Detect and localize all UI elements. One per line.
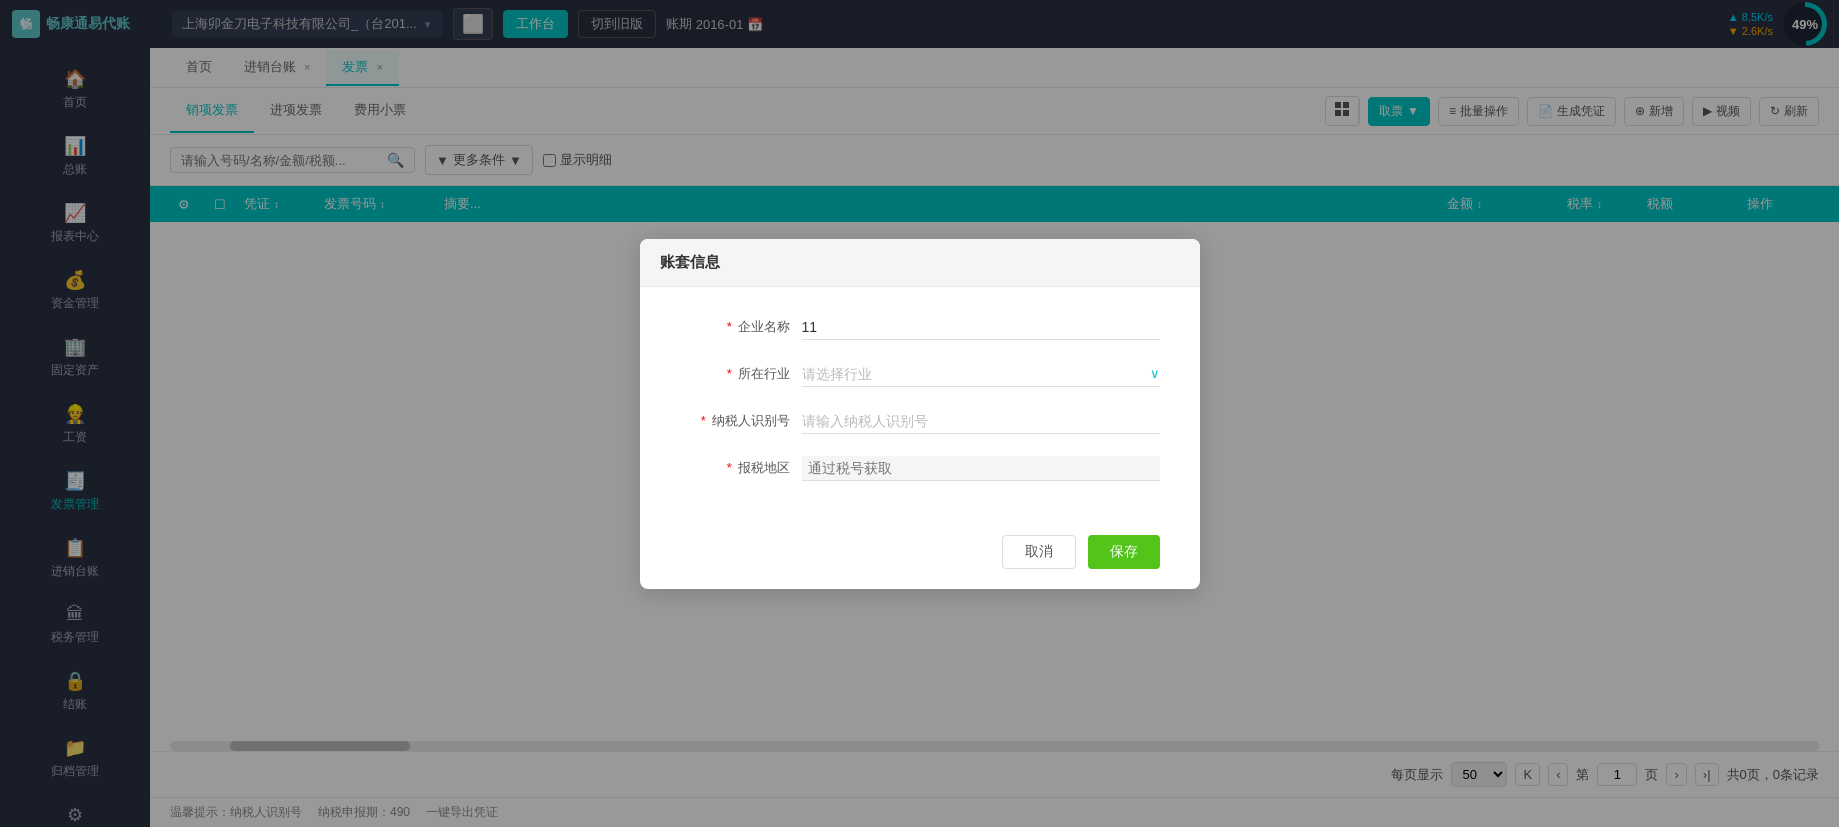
modal-footer: 取消 保存 — [640, 523, 1200, 589]
tax-region-label: * 报税地区 — [680, 459, 790, 477]
tax-region-input — [802, 456, 1160, 481]
company-name-row: * 企业名称 — [680, 315, 1160, 340]
industry-select[interactable]: 请选择行业 — [802, 362, 1146, 386]
modal-body: * 企业名称 * 所在行业 请选择行业 ∨ — [640, 287, 1200, 523]
company-name-input[interactable] — [802, 315, 1160, 340]
company-name-label: * 企业名称 — [680, 318, 790, 336]
modal-title: 账套信息 — [660, 253, 720, 270]
tax-region-row: * 报税地区 — [680, 456, 1160, 481]
industry-required: * — [727, 366, 732, 381]
save-button[interactable]: 保存 — [1088, 535, 1160, 569]
tax-id-row: * 纳税人识别号 — [680, 409, 1160, 434]
tax-id-required: * — [701, 413, 706, 428]
modal-header: 账套信息 — [640, 239, 1200, 287]
account-info-modal: 账套信息 * 企业名称 * 所在行业 请选择行业 — [640, 239, 1200, 589]
industry-row: * 所在行业 请选择行业 ∨ — [680, 362, 1160, 387]
tax-id-label: * 纳税人识别号 — [680, 412, 790, 430]
industry-select-wrap: 请选择行业 ∨ — [802, 362, 1160, 387]
industry-label: * 所在行业 — [680, 365, 790, 383]
tax-id-input[interactable] — [802, 409, 1160, 434]
tax-region-required: * — [727, 460, 732, 475]
company-name-required: * — [727, 319, 732, 334]
cancel-button[interactable]: 取消 — [1002, 535, 1076, 569]
modal-overlay: 账套信息 * 企业名称 * 所在行业 请选择行业 — [0, 0, 1839, 827]
industry-dropdown-icon: ∨ — [1150, 366, 1160, 381]
